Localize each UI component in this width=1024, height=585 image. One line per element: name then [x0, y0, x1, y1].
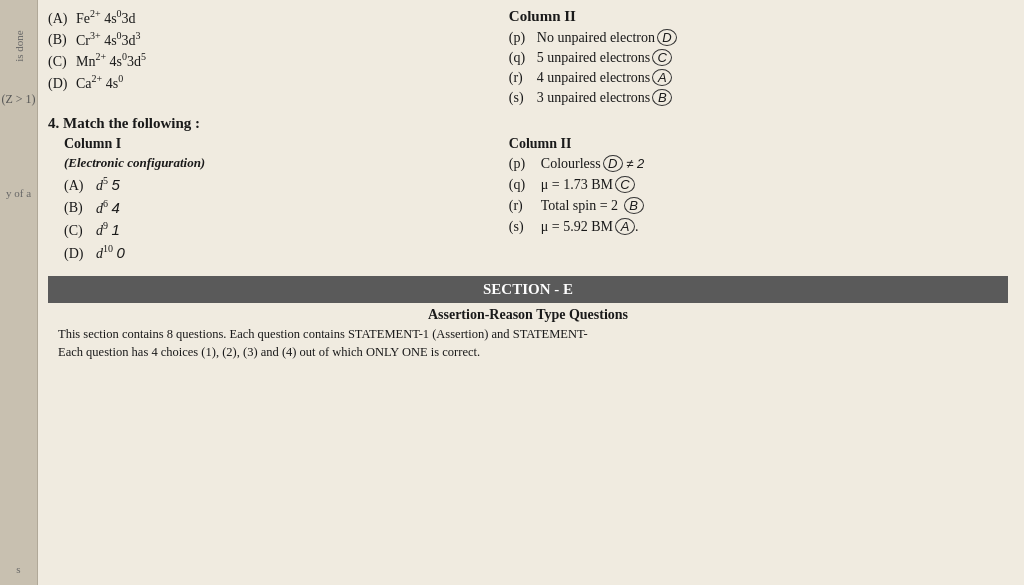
match-label-A: (A) — [64, 178, 96, 194]
match-col-right: Column II (p) ColourlessD ≠ 2 (q) μ = 1.… — [509, 136, 1008, 266]
label-B-top: (B) — [48, 32, 76, 48]
col1-subheading: (Electronic configuration) — [64, 155, 509, 171]
ion-B: Cr3+ 4s03d3 — [76, 30, 141, 49]
question-4-section: 4. Match the following : Column I (Elect… — [48, 115, 1008, 266]
label-A-top: (A) — [48, 11, 76, 27]
match-label-q: (q) — [509, 177, 541, 193]
match-option-D: (D) d10 0 — [64, 243, 509, 262]
match-columns: Column I (Electronic configuration) (A) … — [48, 136, 1008, 266]
ion-A: Fe2+ 4s03d — [76, 8, 136, 27]
label-s-top: (s) — [509, 90, 537, 106]
sidebar-y-of: y of a — [6, 187, 31, 199]
match-option-B: (B) d6 4 — [64, 198, 509, 217]
col-right-top: Column II (p) No unpaired electronD (q) … — [509, 8, 1008, 109]
text-r-top: 4 unpaired electronsA — [537, 69, 673, 86]
content-area: (A) Fe2+ 4s03d (B) Cr3+ 4s03d3 — [38, 0, 1024, 585]
col-left-top: (A) Fe2+ 4s03d (B) Cr3+ 4s03d3 — [48, 8, 509, 109]
match-label-s: (s) — [509, 219, 541, 235]
label-C-top: (C) — [48, 54, 76, 70]
text-p-top: No unpaired electronD — [537, 29, 677, 46]
ion-C: Mn2+ 4s03d5 — [76, 51, 146, 70]
match-option-s: (s) μ = 5.92 BMA. — [509, 218, 1008, 235]
ion-D: Ca2+ 4s0 — [76, 73, 123, 92]
question-match-text: Match the following : — [63, 115, 200, 131]
label-p-top: (p) — [509, 30, 537, 46]
question-4-header: 4. Match the following : — [48, 115, 1008, 132]
question-number: 4. — [48, 115, 59, 131]
match-val-B: d6 4 — [96, 198, 120, 217]
sidebar-is-done: is done — [12, 30, 24, 61]
section-e-subtitle: Assertion-Reason Type Questions — [48, 307, 1008, 323]
match-label-C: (C) — [64, 223, 96, 239]
match-label-B: (B) — [64, 200, 96, 216]
match-val-q: μ = 1.73 BMC — [541, 176, 635, 193]
match-option-p: (p) ColourlessD ≠ 2 — [509, 155, 1008, 172]
option-s-top: (s) 3 unpaired electronsB — [509, 89, 1008, 106]
col2-heading-top: Column II — [509, 8, 1008, 25]
section-e-desc1: This section contains 8 questions. Each … — [48, 325, 1008, 344]
match-val-D: d10 0 — [96, 243, 125, 262]
label-q-top: (q) — [509, 50, 537, 66]
top-section: (A) Fe2+ 4s03d (B) Cr3+ 4s03d3 — [48, 8, 1008, 109]
match-option-q: (q) μ = 1.73 BMC — [509, 176, 1008, 193]
option-row-C-top: (C) Mn2+ 4s03d5 — [48, 51, 509, 70]
match-label-p: (p) — [509, 156, 541, 172]
option-row-B-top: (B) Cr3+ 4s03d3 — [48, 30, 509, 49]
section-e-desc2: Each question has 4 choices (1), (2), (3… — [48, 343, 1008, 362]
match-option-C: (C) d9 1 — [64, 220, 509, 239]
label-r-top: (r) — [509, 70, 537, 86]
col2-heading: Column II — [509, 136, 1008, 152]
option-row-D-top: (D) Ca2+ 4s0 — [48, 73, 509, 92]
section-e-banner: SECTION - E — [48, 276, 1008, 303]
col1-heading: Column I — [64, 136, 509, 152]
label-D-top: (D) — [48, 76, 76, 92]
option-q-top: (q) 5 unpaired electronsC — [509, 49, 1008, 66]
page-container: is done (Z > 1) y of a s (A) Fe2+ 4s03d — [0, 0, 1024, 585]
match-label-r: (r) — [509, 198, 541, 214]
match-col-left: Column I (Electronic configuration) (A) … — [48, 136, 509, 266]
match-option-r: (r) Total spin = 2 B — [509, 197, 1008, 214]
sidebar-s: s — [16, 563, 20, 575]
match-val-C: d9 1 — [96, 220, 120, 239]
match-val-p: ColourlessD ≠ 2 — [541, 155, 644, 172]
option-r-top: (r) 4 unpaired electronsA — [509, 69, 1008, 86]
left-sidebar: is done (Z > 1) y of a s — [0, 0, 38, 585]
text-q-top: 5 unpaired electronsC — [537, 49, 673, 66]
match-val-r: Total spin = 2 B — [541, 197, 644, 214]
match-val-A: d5 5 — [96, 175, 120, 194]
match-val-s: μ = 5.92 BMA. — [541, 218, 639, 235]
main-content: is done (Z > 1) y of a s (A) Fe2+ 4s03d — [0, 0, 1024, 585]
option-row-A-top: (A) Fe2+ 4s03d — [48, 8, 509, 27]
match-option-A: (A) d5 5 — [64, 175, 509, 194]
option-p-top: (p) No unpaired electronD — [509, 29, 1008, 46]
match-label-D: (D) — [64, 246, 96, 262]
sidebar-z-label: (Z > 1) — [1, 92, 35, 107]
text-s-top: 3 unpaired electronsB — [537, 89, 673, 106]
